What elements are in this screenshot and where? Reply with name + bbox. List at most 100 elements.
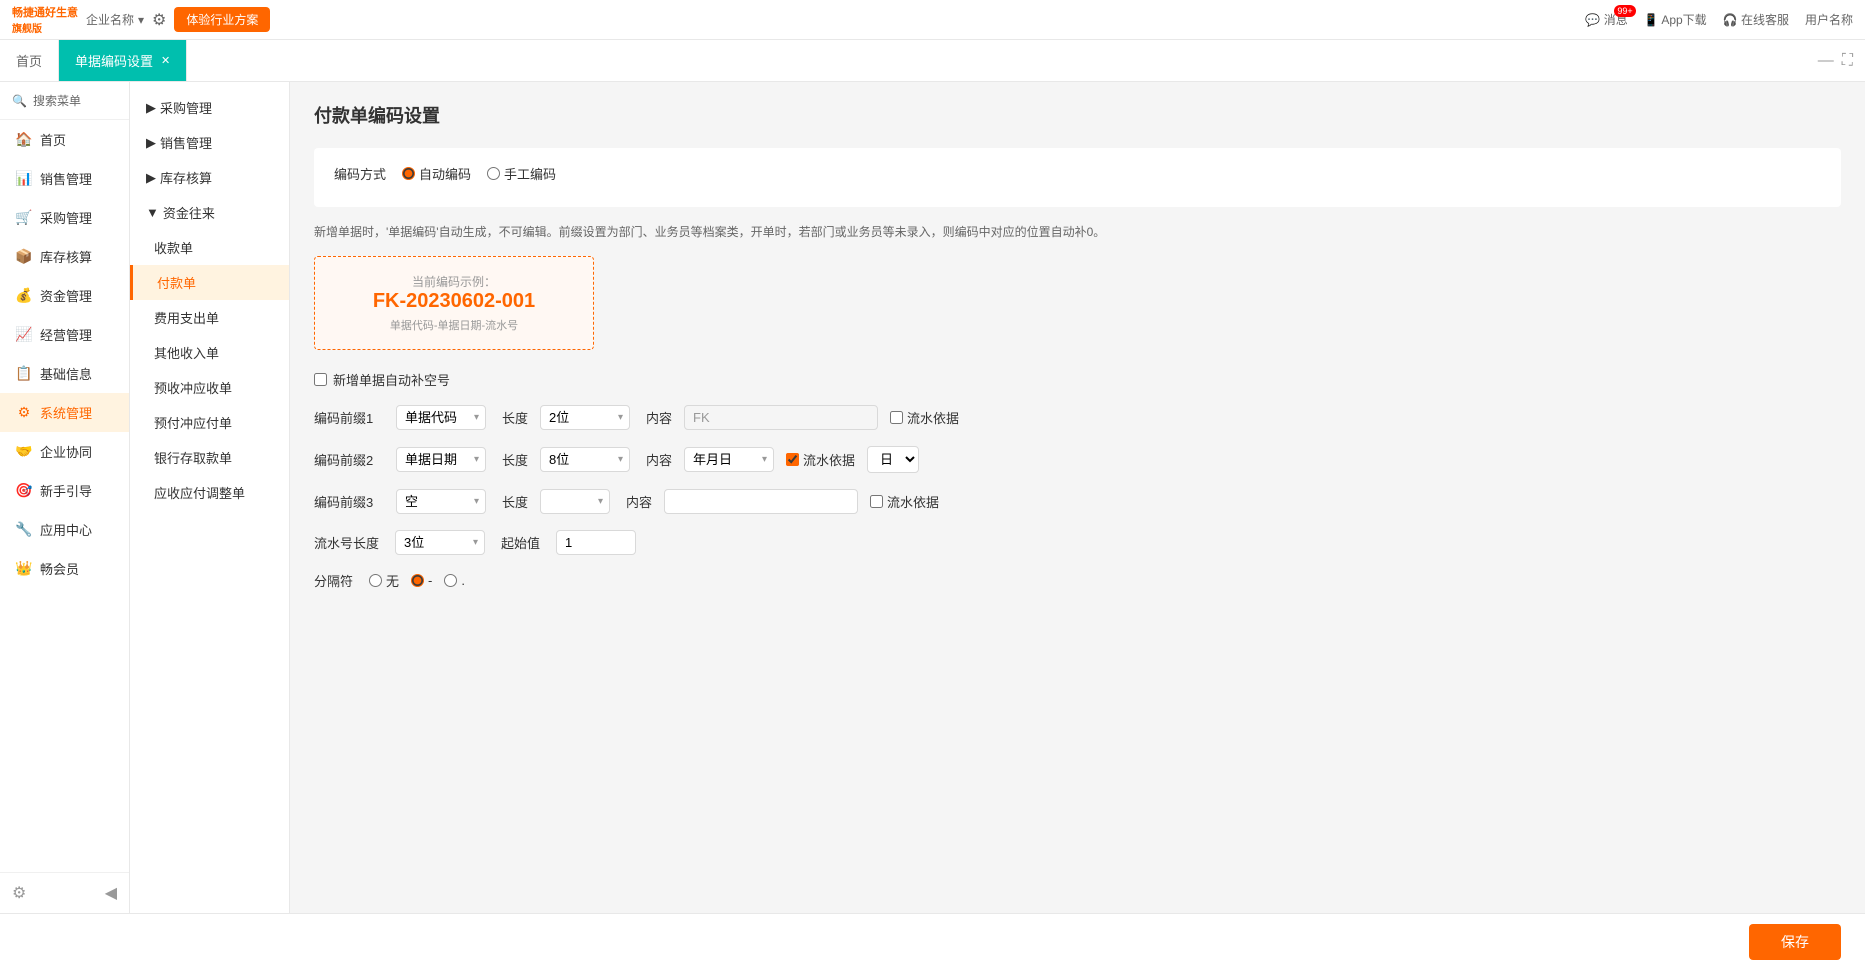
dropdown-arrow-icon: ▾: [138, 13, 144, 27]
trial-button[interactable]: 体验行业方案: [174, 7, 270, 32]
online-service[interactable]: 🎧 在线客服: [1723, 11, 1789, 28]
prefix-select-3-input[interactable]: 单据代码 单据日期 空: [405, 494, 477, 509]
auto-code-option[interactable]: 自动编码: [402, 164, 471, 183]
start-value-input[interactable]: [556, 530, 636, 555]
sub-group-inventory[interactable]: ▶ 库存核算: [130, 160, 289, 195]
settings-icon[interactable]: ⚙: [152, 10, 166, 30]
serial-basis-3: 流水依据: [870, 492, 939, 511]
encoding-radio-group: 自动编码 手工编码: [402, 164, 556, 183]
sub-group-sales[interactable]: ▶ 销售管理: [130, 125, 289, 160]
operation-icon: 📈: [16, 327, 32, 343]
preview-box: 当前编码示例： FK-20230602-001 单据代码-单据日期-流水号: [314, 256, 594, 350]
prefix-label-1: 编码前缀1: [314, 408, 384, 427]
message-icon[interactable]: 💬 消息 99+: [1585, 11, 1627, 28]
separator-label: 分隔符: [314, 571, 353, 590]
topbar-right: 💬 消息 99+ 📱 App下载 🎧 在线客服 用户名称: [1585, 11, 1853, 28]
sub-item-expense[interactable]: 费用支出单: [130, 300, 289, 335]
sep-none[interactable]: 无: [369, 571, 399, 590]
auto-fill-row: 新增单据自动补空号: [314, 370, 1841, 389]
serial-checkbox-1[interactable]: [890, 411, 903, 424]
maximize-icon[interactable]: ⛶: [1842, 52, 1853, 70]
prefix-select-1[interactable]: 单据代码 单据日期 空 部门 业务员: [396, 405, 486, 430]
auto-fill-checkbox[interactable]: [314, 373, 327, 386]
length-label-1: 长度: [502, 408, 528, 427]
sub-item-receipt[interactable]: 收款单: [130, 230, 289, 265]
sidebar-item-sales[interactable]: 📊 销售管理: [0, 159, 129, 198]
serial-checkbox-2[interactable]: [786, 453, 799, 466]
sidebar-item-operation[interactable]: 📈 经营管理: [0, 315, 129, 354]
prefix-select-3[interactable]: 单据代码 单据日期 空: [396, 489, 486, 514]
save-button[interactable]: 保存: [1749, 924, 1841, 960]
serial-length-label: 流水号长度: [314, 533, 379, 552]
sidebar-item-basic[interactable]: 📋 基础信息: [0, 354, 129, 393]
tab-home[interactable]: 首页: [0, 40, 59, 81]
sub-item-bank[interactable]: 银行存取款单: [130, 440, 289, 475]
prefix-select-1-input[interactable]: 单据代码 单据日期 空 部门 业务员: [405, 410, 477, 425]
partner-icon: 🤝: [16, 444, 32, 460]
serial-unit-select[interactable]: 日 月 年: [867, 446, 919, 473]
sep-dash-radio[interactable]: [411, 574, 424, 587]
manual-code-radio[interactable]: [487, 167, 500, 180]
content-label-1: 内容: [646, 408, 672, 427]
sep-dot[interactable]: .: [444, 573, 465, 588]
sep-dot-radio[interactable]: [444, 574, 457, 587]
sidebar-item-system[interactable]: ⚙ 系统管理: [0, 393, 129, 432]
serial-length-select[interactable]: 2位 3位 4位: [395, 530, 485, 555]
sidebar-item-inventory[interactable]: 📦 库存核算: [0, 237, 129, 276]
prefix-select-2-input[interactable]: 单据代码 单据日期 空: [405, 452, 477, 467]
prefix-select-2[interactable]: 单据代码 单据日期 空: [396, 447, 486, 472]
home-icon: 🏠: [16, 132, 32, 148]
settings-bottom-icon[interactable]: ⚙: [12, 883, 26, 903]
content-label-3: 内容: [626, 492, 652, 511]
length-select-1-input[interactable]: 2位 4位: [549, 410, 621, 425]
sub-item-prereceive[interactable]: 预收冲应收单: [130, 370, 289, 405]
tab-encoding[interactable]: 单据编码设置 ✕: [59, 40, 187, 81]
sub-sidebar: ▶ 采购管理 ▶ 销售管理 ▶ 库存核算 ▼ 资金往来 收款单 付款单 费用支出…: [130, 82, 290, 913]
length-select-1[interactable]: 2位 4位: [540, 405, 630, 430]
tab-close-icon[interactable]: ✕: [161, 54, 170, 67]
sidebar-item-guide[interactable]: 🎯 新手引导: [0, 471, 129, 510]
minimize-icon[interactable]: —: [1818, 52, 1834, 70]
length-select-3[interactable]: [540, 489, 610, 514]
sub-arrow-inventory: ▶: [146, 170, 156, 186]
serial-basis-2: 流水依据: [786, 450, 855, 469]
sub-item-income[interactable]: 其他收入单: [130, 335, 289, 370]
content-select-2-input[interactable]: 年月日 年月 年: [693, 452, 765, 467]
basic-icon: 📋: [16, 366, 32, 382]
sub-item-prepay[interactable]: 预付冲应付单: [130, 405, 289, 440]
length-select-2-input[interactable]: 2位 4位 6位 8位: [549, 452, 621, 467]
serial-length-select-input[interactable]: 2位 3位 4位: [404, 535, 476, 550]
company-dropdown[interactable]: 企业名称 ▾: [86, 11, 144, 28]
user-avatar[interactable]: 用户名称: [1805, 11, 1853, 28]
auto-code-radio[interactable]: [402, 167, 415, 180]
sub-group-fund[interactable]: ▼ 资金往来: [130, 195, 289, 230]
sidebar-item-purchase[interactable]: 🛒 采购管理: [0, 198, 129, 237]
sidebar-item-home[interactable]: 🏠 首页: [0, 120, 129, 159]
length-select-3-input[interactable]: [549, 494, 601, 509]
tab-controls: — ⛶: [1818, 52, 1865, 70]
sidebar-item-member[interactable]: 👑 畅会员: [0, 549, 129, 588]
info-text: 新增单据时，'单据编码'自动生成，不可编辑。前缀设置为部门、业务员等档案类，开单…: [314, 223, 1841, 240]
fund-icon: 💰: [16, 288, 32, 304]
length-select-2[interactable]: 2位 4位 6位 8位: [540, 447, 630, 472]
search-menu[interactable]: 🔍 搜索菜单: [0, 82, 129, 120]
sidebar-item-apps[interactable]: 🔧 应用中心: [0, 510, 129, 549]
content-select-2[interactable]: 年月日 年月 年: [684, 447, 774, 472]
prefix-label-3: 编码前缀3: [314, 492, 384, 511]
preview-code: FK-20230602-001: [335, 290, 573, 313]
content-label-2: 内容: [646, 450, 672, 469]
sidebar-item-partner[interactable]: 🤝 企业协同: [0, 432, 129, 471]
sep-dash[interactable]: -: [411, 573, 432, 588]
sep-none-radio[interactable]: [369, 574, 382, 587]
collapse-icon[interactable]: ◀: [105, 883, 117, 903]
sub-item-adjust[interactable]: 应收应付调整单: [130, 475, 289, 510]
sub-group-purchase[interactable]: ▶ 采购管理: [130, 90, 289, 125]
sidebar-item-fund[interactable]: 💰 资金管理: [0, 276, 129, 315]
manual-code-option[interactable]: 手工编码: [487, 164, 556, 183]
sub-item-payment[interactable]: 付款单: [130, 265, 289, 300]
serial-checkbox-3[interactable]: [870, 495, 883, 508]
separator-options: 无 - .: [369, 571, 465, 590]
apps-icon: 🔧: [16, 522, 32, 538]
content-input-3[interactable]: [664, 489, 858, 514]
app-download[interactable]: 📱 App下载: [1644, 11, 1707, 28]
